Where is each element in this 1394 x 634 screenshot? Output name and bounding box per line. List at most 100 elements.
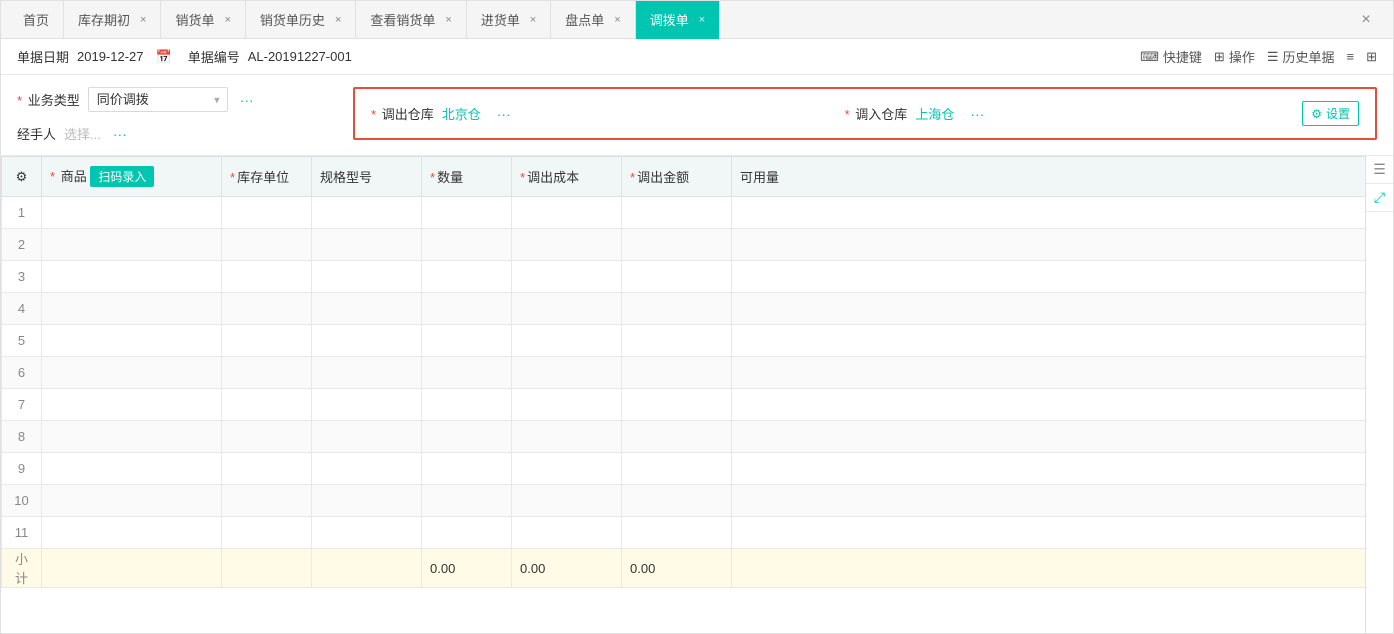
amount-cell-11[interactable]	[622, 517, 732, 549]
cost-cell-7[interactable]	[512, 389, 622, 421]
tab-purchase-close[interactable]: ×	[530, 14, 536, 26]
available-cell-5[interactable]	[732, 325, 1366, 357]
right-panel-expand-button[interactable]: ⤢	[1366, 184, 1394, 212]
calendar-icon[interactable]: 📅	[156, 49, 172, 65]
available-cell-3[interactable]	[732, 261, 1366, 293]
qty-cell-9[interactable]	[422, 453, 512, 485]
spec-cell-6[interactable]	[312, 357, 422, 389]
amount-cell-7[interactable]	[622, 389, 732, 421]
available-cell-4[interactable]	[732, 293, 1366, 325]
tab-stocktake[interactable]: 盘点单 ×	[551, 1, 635, 39]
product-cell-7[interactable]	[42, 389, 222, 421]
product-cell-8[interactable]	[42, 421, 222, 453]
layout2-button[interactable]: ⊞	[1366, 49, 1377, 65]
tab-sales-history[interactable]: 销货单历史 ×	[246, 1, 356, 39]
amount-cell-2[interactable]	[622, 229, 732, 261]
right-panel-list-button[interactable]: ☰	[1366, 156, 1394, 184]
operation-button[interactable]: ⊞ 操作	[1214, 47, 1255, 66]
handler-more-button[interactable]: ···	[113, 126, 127, 142]
cost-cell-2[interactable]	[512, 229, 622, 261]
spec-cell-8[interactable]	[312, 421, 422, 453]
unit-cell-10[interactable]	[222, 485, 312, 517]
qty-cell-5[interactable]	[422, 325, 512, 357]
product-cell-9[interactable]	[42, 453, 222, 485]
product-cell-3[interactable]	[42, 261, 222, 293]
qty-cell-8[interactable]	[422, 421, 512, 453]
available-cell-6[interactable]	[732, 357, 1366, 389]
cost-cell-6[interactable]	[512, 357, 622, 389]
tab-inventory-init-close[interactable]: ×	[140, 14, 146, 26]
spec-cell-1[interactable]	[312, 197, 422, 229]
tab-sales-order[interactable]: 销货单 ×	[161, 1, 245, 39]
unit-cell-3[interactable]	[222, 261, 312, 293]
history-button[interactable]: ☰ 历史单据	[1267, 47, 1335, 66]
spec-cell-10[interactable]	[312, 485, 422, 517]
amount-cell-10[interactable]	[622, 485, 732, 517]
amount-cell-1[interactable]	[622, 197, 732, 229]
amount-cell-5[interactable]	[622, 325, 732, 357]
window-close-button[interactable]: ×	[1347, 1, 1385, 39]
qty-cell-6[interactable]	[422, 357, 512, 389]
product-cell-11[interactable]	[42, 517, 222, 549]
cost-cell-3[interactable]	[512, 261, 622, 293]
spec-cell-5[interactable]	[312, 325, 422, 357]
tab-stocktake-close[interactable]: ×	[614, 14, 620, 26]
available-cell-7[interactable]	[732, 389, 1366, 421]
cost-cell-1[interactable]	[512, 197, 622, 229]
qty-cell-4[interactable]	[422, 293, 512, 325]
tab-inventory-init[interactable]: 库存期初 ×	[64, 1, 161, 39]
qty-cell-10[interactable]	[422, 485, 512, 517]
cost-cell-9[interactable]	[512, 453, 622, 485]
available-cell-2[interactable]	[732, 229, 1366, 261]
tab-transfer-close[interactable]: ×	[699, 14, 705, 26]
qty-cell-2[interactable]	[422, 229, 512, 261]
amount-cell-4[interactable]	[622, 293, 732, 325]
spec-cell-7[interactable]	[312, 389, 422, 421]
product-cell-6[interactable]	[42, 357, 222, 389]
spec-cell-3[interactable]	[312, 261, 422, 293]
unit-cell-11[interactable]	[222, 517, 312, 549]
cost-cell-8[interactable]	[512, 421, 622, 453]
amount-cell-6[interactable]	[622, 357, 732, 389]
tab-sales-order-close[interactable]: ×	[224, 14, 230, 26]
tab-sales-history-close[interactable]: ×	[335, 14, 341, 26]
tab-view-sales-close[interactable]: ×	[445, 14, 451, 26]
tab-transfer[interactable]: 调拨单 ×	[636, 1, 720, 39]
handler-select[interactable]: 选择...	[64, 124, 101, 143]
cost-cell-10[interactable]	[512, 485, 622, 517]
amount-cell-3[interactable]	[622, 261, 732, 293]
unit-cell-9[interactable]	[222, 453, 312, 485]
amount-cell-9[interactable]	[622, 453, 732, 485]
settings-button[interactable]: ⚙ 设置	[1302, 101, 1359, 126]
spec-cell-9[interactable]	[312, 453, 422, 485]
available-cell-1[interactable]	[732, 197, 1366, 229]
tab-home[interactable]: 首页	[9, 1, 64, 39]
available-cell-10[interactable]	[732, 485, 1366, 517]
unit-cell-4[interactable]	[222, 293, 312, 325]
unit-cell-6[interactable]	[222, 357, 312, 389]
shortcut-button[interactable]: ⌨ 快捷键	[1140, 47, 1202, 66]
unit-cell-2[interactable]	[222, 229, 312, 261]
scan-button[interactable]: 扫码录入	[90, 166, 154, 187]
unit-cell-7[interactable]	[222, 389, 312, 421]
unit-cell-8[interactable]	[222, 421, 312, 453]
layout1-button[interactable]: ≡	[1347, 49, 1355, 64]
business-type-more-button[interactable]: ···	[240, 92, 254, 108]
product-cell-1[interactable]	[42, 197, 222, 229]
qty-cell-11[interactable]	[422, 517, 512, 549]
available-cell-11[interactable]	[732, 517, 1366, 549]
spec-cell-2[interactable]	[312, 229, 422, 261]
business-type-select[interactable]: 同价调拨	[88, 87, 228, 112]
tab-purchase[interactable]: 进货单 ×	[467, 1, 551, 39]
available-cell-9[interactable]	[732, 453, 1366, 485]
spec-cell-11[interactable]	[312, 517, 422, 549]
cost-cell-4[interactable]	[512, 293, 622, 325]
qty-cell-1[interactable]	[422, 197, 512, 229]
cost-cell-5[interactable]	[512, 325, 622, 357]
qty-cell-7[interactable]	[422, 389, 512, 421]
transfer-in-more-button[interactable]: ···	[970, 106, 984, 122]
unit-cell-5[interactable]	[222, 325, 312, 357]
available-cell-8[interactable]	[732, 421, 1366, 453]
unit-cell-1[interactable]	[222, 197, 312, 229]
transfer-out-more-button[interactable]: ···	[497, 106, 511, 122]
